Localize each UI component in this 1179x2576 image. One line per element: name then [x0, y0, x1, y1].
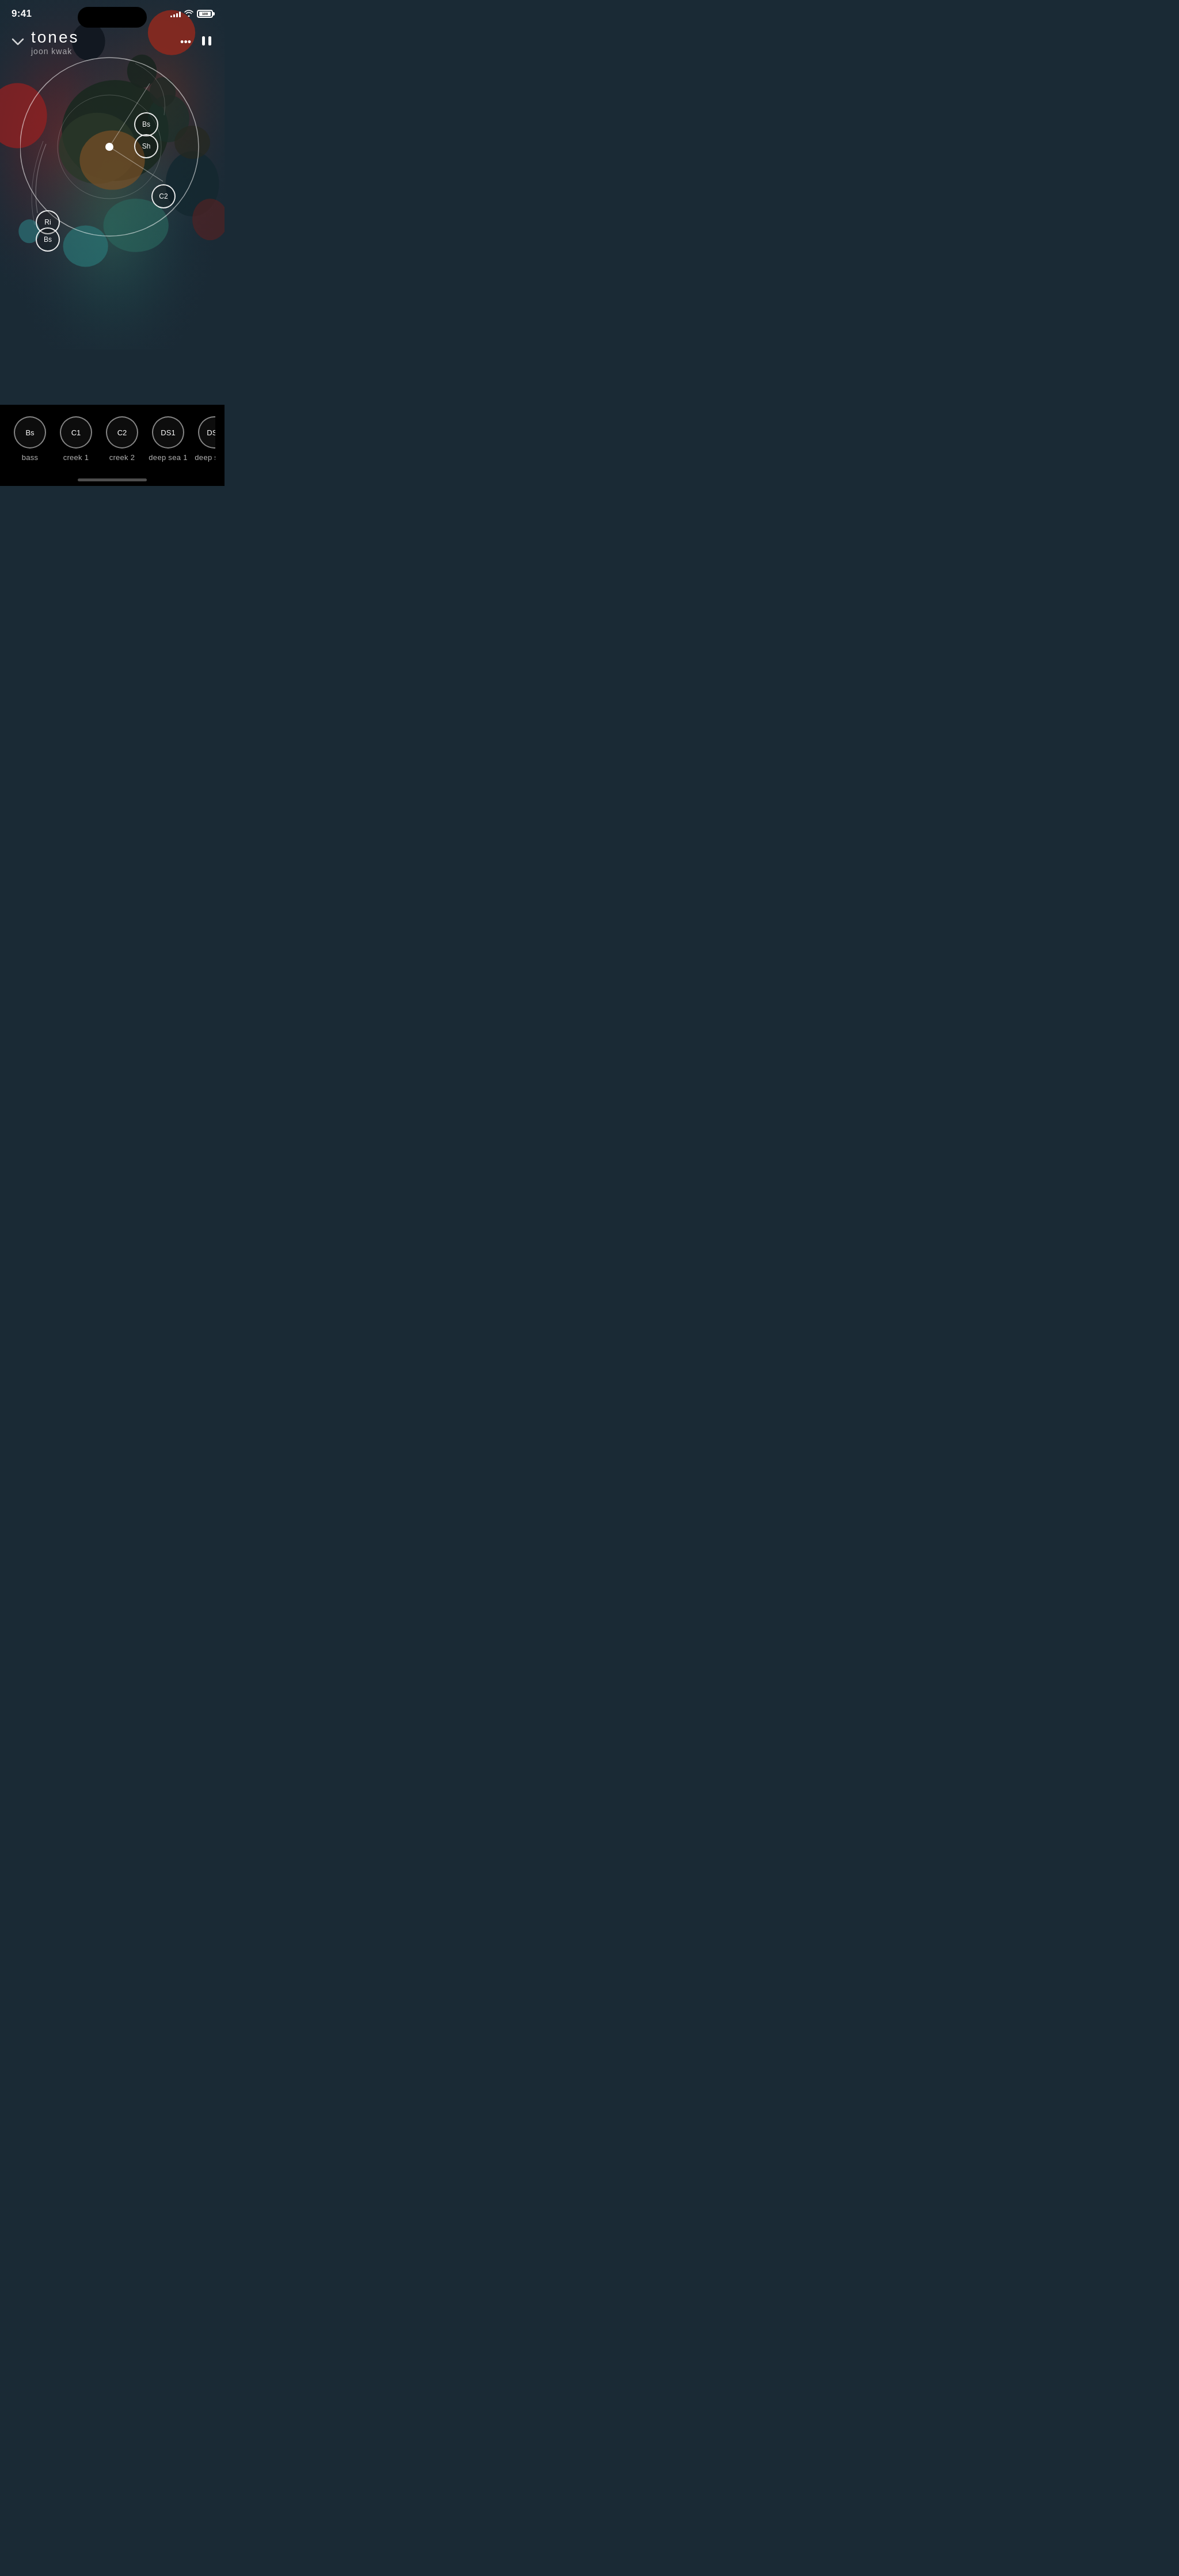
- node-sh[interactable]: Sh: [134, 134, 158, 158]
- instrument-name-creek1: creek 1: [63, 453, 89, 462]
- battery-icon: 100: [197, 10, 213, 18]
- more-button[interactable]: •••: [180, 36, 191, 48]
- svg-rect-0: [202, 36, 205, 45]
- instrument-name-deepsea2: deep sea 2: [195, 453, 215, 462]
- svg-rect-1: [208, 36, 211, 45]
- home-indicator: [78, 478, 147, 481]
- node-bs-top[interactable]: Bs: [134, 112, 158, 136]
- status-time: 9:41: [12, 8, 32, 20]
- track-artist: joon kwak: [31, 47, 79, 56]
- instrument-circle-bass: Bs: [14, 416, 46, 449]
- wifi-icon: [184, 9, 193, 18]
- pause-button[interactable]: [200, 35, 213, 50]
- dynamic-island: [78, 7, 147, 28]
- instrument-circle-deepsea1: DS1: [152, 416, 184, 449]
- track-title: tones: [31, 29, 79, 47]
- instrument-name-bass: bass: [22, 453, 39, 462]
- node-c2[interactable]: C2: [151, 184, 176, 208]
- chevron-down-icon[interactable]: [12, 36, 24, 49]
- instrument-deepsea1[interactable]: DS1 deep sea 1: [147, 416, 189, 462]
- instrument-name-deepsea1: deep sea 1: [149, 453, 187, 462]
- status-icons: 100: [170, 9, 213, 18]
- instrument-bar: Bs bass C1 creek 1 C2 creek 2 DS1 deep sea 1 DS2…: [0, 405, 225, 486]
- svg-point-26: [105, 143, 113, 151]
- instrument-deepsea2[interactable]: DS2 deep sea 2: [193, 416, 215, 462]
- instrument-bass[interactable]: Bs bass: [9, 416, 51, 462]
- instrument-circle-creek1: C1: [60, 416, 92, 449]
- instrument-creek1[interactable]: C1 creek 1: [55, 416, 97, 462]
- signal-icon: [170, 10, 181, 17]
- instrument-circle-deepsea2: DS2: [198, 416, 215, 449]
- instrument-creek2[interactable]: C2 creek 2: [101, 416, 143, 462]
- instrument-name-creek2: creek 2: [109, 453, 135, 462]
- header: tones joon kwak •••: [0, 24, 225, 63]
- instrument-circle-creek2: C2: [106, 416, 138, 449]
- instrument-list: Bs bass C1 creek 1 C2 creek 2 DS1 deep sea 1 DS2…: [9, 416, 215, 462]
- node-bs-bot[interactable]: Bs: [36, 227, 60, 252]
- battery-level: 100: [199, 12, 211, 16]
